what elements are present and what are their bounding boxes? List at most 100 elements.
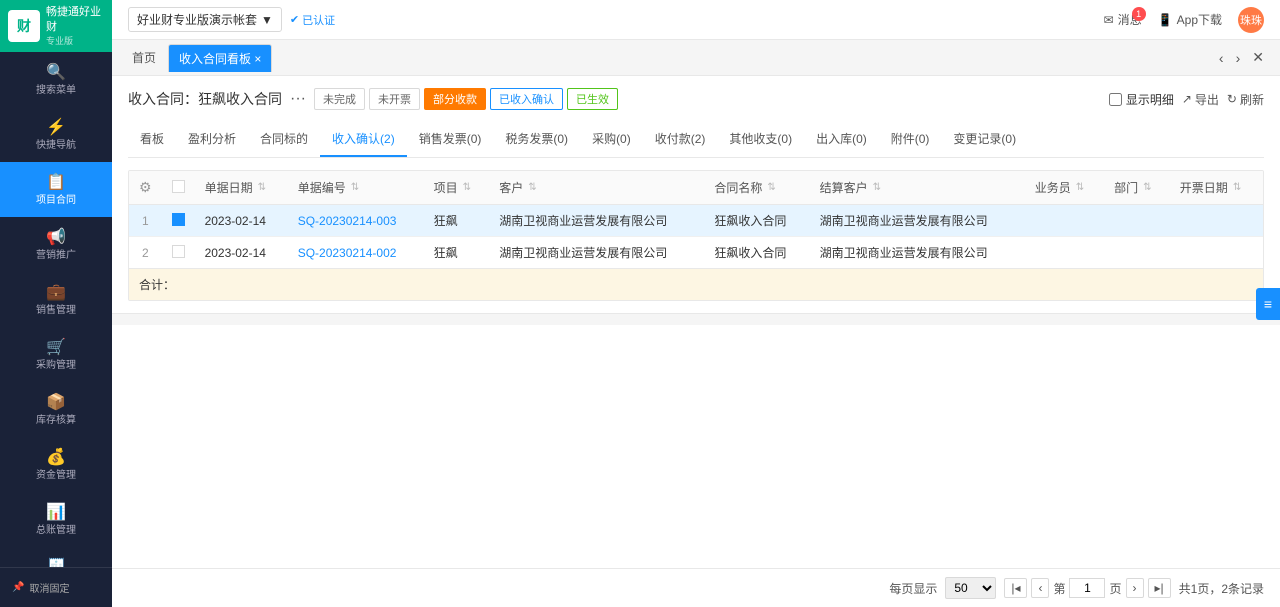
row-date: 2023-02-14 <box>195 205 288 237</box>
tab-prev-button[interactable]: ‹ <box>1215 48 1228 68</box>
status-btn-未完成[interactable]: 未完成 <box>314 88 365 110</box>
sort-icon[interactable]: ⇅ <box>1143 182 1151 193</box>
status-btn-已生效[interactable]: 已生效 <box>567 88 618 110</box>
sub-tab-销售发票(0)[interactable]: 销售发票(0) <box>407 122 494 157</box>
gear-icon[interactable]: ⚙ <box>139 179 152 195</box>
message-button[interactable]: ✉ 1 消息 <box>1104 11 1142 28</box>
sort-icon[interactable]: ⇅ <box>351 182 359 193</box>
sort-icon[interactable]: ⇅ <box>258 182 266 193</box>
first-page-button[interactable]: |◂ <box>1004 578 1027 598</box>
status-btn-未开票[interactable]: 未开票 <box>369 88 420 110</box>
prev-page-button[interactable]: ‹ <box>1031 578 1049 598</box>
sort-icon[interactable]: ⇅ <box>873 182 881 193</box>
detail-checkbox-input[interactable] <box>1109 93 1122 106</box>
row-select-checkbox[interactable] <box>172 245 185 258</box>
row-invoice-date <box>1170 237 1263 269</box>
sidebar-item-项目合同[interactable]: 📋项目合同 <box>0 162 112 217</box>
sort-icon[interactable]: ⇅ <box>1076 182 1084 193</box>
table-row[interactable]: 2 2023-02-14 SQ-20230214-002 狂飙 湖南卫视商业运营… <box>129 237 1263 269</box>
right-float-button[interactable]: ≡ <box>1256 288 1280 320</box>
nav-icon: 📋 <box>46 172 66 192</box>
export-button[interactable]: ↗ 导出 <box>1182 91 1219 108</box>
export-icon: ↗ <box>1182 92 1192 106</box>
page-input[interactable] <box>1069 578 1105 598</box>
company-select[interactable]: 好业财专业版演示帐套 ▼ <box>128 7 282 32</box>
sub-tab-其他收支(0)[interactable]: 其他收支(0) <box>717 122 804 157</box>
topbar-right: ✉ 1 消息 📱 App下载 珠珠 <box>1104 7 1264 33</box>
current-tab[interactable]: 收入合同看板 × <box>168 44 272 72</box>
next-page-button[interactable]: › <box>1126 578 1144 598</box>
row-date: 2023-02-14 <box>195 237 288 269</box>
show-detail-checkbox[interactable]: 显示明细 <box>1109 91 1174 108</box>
verified-text: 已认证 <box>302 12 335 28</box>
download-icon: 📱 <box>1158 13 1173 27</box>
table-row[interactable]: 1 2023-02-14 SQ-20230214-003 狂飙 湖南卫视商业运营… <box>129 205 1263 237</box>
per-page-select[interactable]: 2050100 <box>945 577 996 599</box>
more-button[interactable]: ··· <box>290 90 306 108</box>
sort-icon[interactable]: ⇅ <box>1233 182 1241 193</box>
th-code-label: 单据编号 <box>298 179 346 196</box>
refresh-label: 刷新 <box>1240 91 1264 108</box>
status-buttons: 未完成未开票部分收款已收入确认已生效 <box>314 88 618 110</box>
page-label-after: 页 <box>1109 580 1121 597</box>
th-code: 单据编号 ⇅ <box>288 171 424 205</box>
sidebar-bottom[interactable]: 📌 取消固定 <box>0 567 112 607</box>
table-header-row: ⚙ 单据日期⇅ 单据编号⇅ 项目⇅ 客户⇅ 合同名称⇅ 结算客户⇅ 业务员⇅ 部… <box>129 171 1263 205</box>
sub-tab-出入库(0)[interactable]: 出入库(0) <box>804 122 879 157</box>
sub-tab-盈利分析[interactable]: 盈利分析 <box>176 122 248 157</box>
sidebar-item-营销推广[interactable]: 📢营销推广 <box>0 217 112 272</box>
status-btn-部分收款[interactable]: 部分收款 <box>424 88 486 110</box>
page-title-prefix: 收入合同： <box>128 91 198 107</box>
sub-tab-看板[interactable]: 看板 <box>128 122 176 157</box>
row-code-link[interactable]: SQ-20230214-003 <box>298 214 397 228</box>
sort-icon[interactable]: ⇅ <box>463 182 471 193</box>
nav-label: 采购管理 <box>36 360 76 372</box>
tab-label: 收入合同看板 × <box>179 50 261 67</box>
sub-tab-税务发票(0)[interactable]: 税务发票(0) <box>493 122 580 157</box>
th-customer-label: 客户 <box>499 179 523 196</box>
sub-tab-收付款(2)[interactable]: 收付款(2) <box>643 122 718 157</box>
sub-tab-采购(0)[interactable]: 采购(0) <box>580 122 643 157</box>
nav-label: 营销推广 <box>36 250 76 262</box>
nav-label: 销售管理 <box>36 305 76 317</box>
tab-close-button[interactable]: ✕ <box>1248 47 1268 68</box>
sub-tab-变更记录(0)[interactable]: 变更记录(0) <box>941 122 1028 157</box>
sub-tab-合同标的[interactable]: 合同标的 <box>248 122 320 157</box>
sidebar-item-销售管理[interactable]: 💼销售管理 <box>0 272 112 327</box>
sidebar-item-搜索菜单[interactable]: 🔍搜索菜单 <box>0 52 112 107</box>
home-tab[interactable]: 首页 <box>124 45 164 70</box>
th-contract-label: 合同名称 <box>714 179 762 196</box>
sort-icon[interactable]: ⇅ <box>767 182 775 193</box>
page-info: 共1页，2条记录 <box>1179 580 1264 597</box>
topbar-left: 好业财专业版演示帐套 ▼ ✔ 已认证 <box>128 7 335 32</box>
refresh-button[interactable]: ↻ 刷新 <box>1227 91 1264 108</box>
sidebar-item-采购管理[interactable]: 🛒采购管理 <box>0 327 112 382</box>
row-code-link[interactable]: SQ-20230214-002 <box>298 246 397 260</box>
last-page-button[interactable]: ▸| <box>1148 578 1171 598</box>
horizontal-scrollbar[interactable] <box>112 313 1280 325</box>
sub-tab-收入确认(2)[interactable]: 收入确认(2) <box>320 122 407 157</box>
app-download-button[interactable]: 📱 App下载 <box>1158 11 1222 28</box>
sidebar-item-资金管理[interactable]: 💰资金管理 <box>0 437 112 492</box>
sub-tab-附件(0)[interactable]: 附件(0) <box>879 122 942 157</box>
row-billing-customer: 湖南卫视商业运营发展有限公司 <box>810 205 1025 237</box>
per-page-label: 每页显示 <box>889 580 937 597</box>
tab-next-button[interactable]: › <box>1232 48 1245 68</box>
page-nav: |◂ ‹ 第 页 › ▸| <box>1004 578 1170 598</box>
status-btn-已收入确认[interactable]: 已收入确认 <box>490 88 563 110</box>
nav-icon: 🔍 <box>46 62 66 82</box>
th-customer: 客户 ⇅ <box>489 171 704 205</box>
row-select-checkbox[interactable] <box>172 213 185 226</box>
sidebar-item-快捷导航[interactable]: ⚡快捷导航 <box>0 107 112 162</box>
sidebar-item-库存核算[interactable]: 📦库存核算 <box>0 382 112 437</box>
sidebar-item-总账管理[interactable]: 📊总账管理 <box>0 492 112 547</box>
unpin-button[interactable]: 📌 取消固定 <box>8 576 104 599</box>
row-checkbox[interactable] <box>162 237 195 269</box>
sidebar-item-发票管理[interactable]: 🧾发票管理 <box>0 547 112 567</box>
sort-icon[interactable]: ⇅ <box>528 182 536 193</box>
select-all-checkbox[interactable] <box>172 180 185 193</box>
export-label: 导出 <box>1195 91 1219 108</box>
user-avatar-area[interactable]: 珠珠 <box>1238 7 1264 33</box>
row-checkbox[interactable] <box>162 205 195 237</box>
app-logo: 财 畅捷通好业财 专业版 <box>0 0 112 52</box>
